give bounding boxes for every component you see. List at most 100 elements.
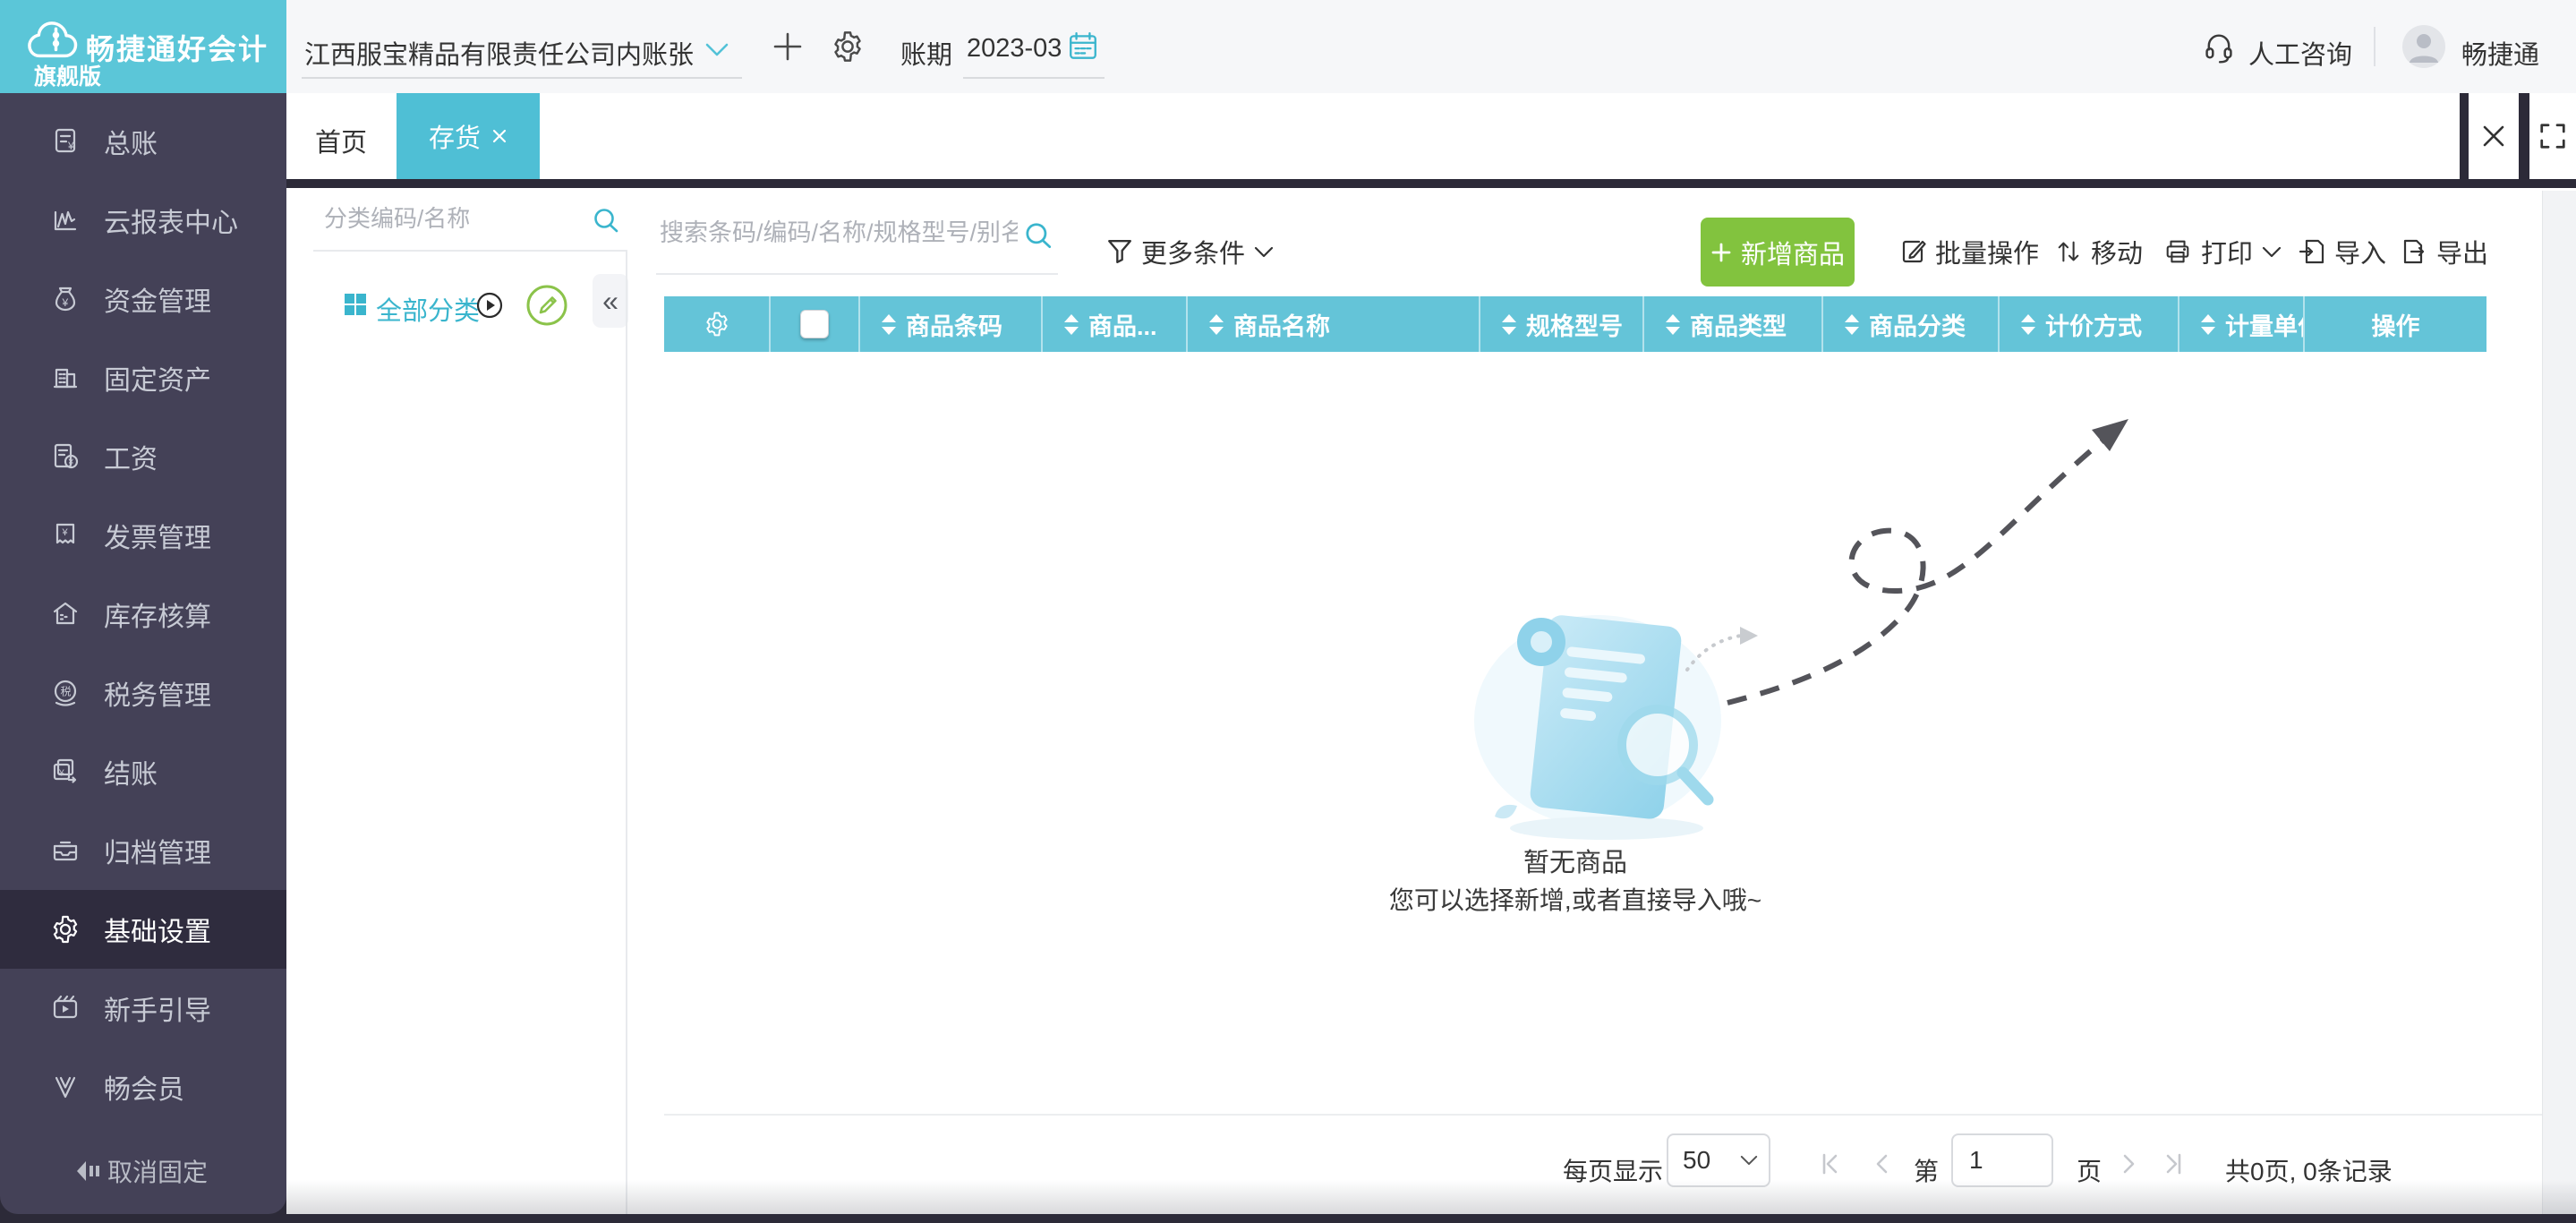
add-product-button[interactable]: 新增商品	[1701, 218, 1855, 287]
page-input[interactable]	[1951, 1133, 2053, 1187]
sort-icon[interactable]	[1209, 313, 1224, 335]
header-divider	[2374, 27, 2376, 66]
import-button[interactable]: 导入	[2299, 225, 2386, 278]
sidebar-item-label: 资金管理	[104, 287, 211, 317]
sidebar-item-ledger[interactable]: ¥ 总账	[0, 102, 286, 181]
sidebar-item-guide[interactable]: 新手引导	[0, 969, 286, 1048]
sort-icon[interactable]	[882, 313, 896, 335]
sidebar-item-closing[interactable]: ¥ 结账	[0, 732, 286, 811]
category-search-input[interactable]	[322, 204, 567, 234]
product-search-input[interactable]	[658, 218, 1019, 248]
column-header-category[interactable]: 商品分类	[1823, 296, 2000, 352]
headset-icon[interactable]	[2202, 30, 2236, 64]
batch-actions-button[interactable]: 批量操作	[1899, 225, 2039, 278]
all-categories-item[interactable]: 全部分类	[376, 290, 480, 328]
sort-icon[interactable]	[2201, 313, 2215, 335]
sort-icon[interactable]	[1502, 313, 1516, 335]
column-label: 商品类型	[1690, 312, 1787, 340]
print-button[interactable]: 打印	[2163, 225, 2282, 278]
username[interactable]: 畅捷通	[2461, 34, 2539, 72]
settings-gear-icon[interactable]	[831, 30, 865, 64]
period-value[interactable]: 2023-03	[967, 34, 1062, 64]
column-settings-button[interactable]	[664, 296, 771, 352]
sidebar-item-tax[interactable]: 税 税务管理	[0, 654, 286, 732]
export-icon	[2403, 239, 2425, 264]
tab-home[interactable]: 首页	[315, 122, 367, 159]
column-header-unit[interactable]: 计量单位	[2179, 296, 2305, 352]
column-header-barcode[interactable]: 商品条码	[860, 296, 1043, 352]
column-header-code[interactable]: 商品...	[1043, 296, 1188, 352]
prev-page-button[interactable]	[1869, 1151, 1894, 1176]
avatar[interactable]	[2402, 25, 2445, 68]
first-page-button[interactable]	[1817, 1151, 1842, 1176]
scrollbar-track[interactable]	[2542, 191, 2576, 1214]
column-label: 计价方式	[2045, 312, 2142, 340]
building-icon	[53, 368, 78, 389]
sidebar-item-payroll[interactable]: ¥ 工资	[0, 417, 286, 496]
chevron-down-icon	[2262, 246, 2282, 257]
svg-text:¥: ¥	[62, 296, 69, 309]
svg-text:税: 税	[61, 686, 72, 698]
sort-icon[interactable]	[1064, 313, 1079, 335]
sidebar-item-invoices[interactable]: ¥ 发票管理	[0, 496, 286, 575]
column-header-name[interactable]: 商品名称	[1188, 296, 1480, 352]
pagination-divider	[664, 1114, 2542, 1116]
sidebar-item-inventory[interactable]: 库存核算	[0, 575, 286, 654]
company-selector[interactable]: 江西服宝精品有限责任公司内账张	[304, 34, 694, 72]
per-page-select[interactable]: 50	[1667, 1133, 1770, 1187]
column-header-actions: 操作	[2305, 296, 2486, 352]
sidebar-item-archive[interactable]: 归档管理	[0, 811, 286, 890]
calendar-icon[interactable]	[1067, 30, 1099, 63]
sidebar-item-cloud-reports[interactable]: 云报表中心	[0, 181, 286, 260]
product-search-underline	[656, 273, 1058, 275]
category-search-underline	[313, 250, 626, 252]
move-button[interactable]: 移动	[2055, 225, 2143, 278]
product-search-icon[interactable]	[1022, 220, 1054, 252]
sidebar-item-label: 归档管理	[104, 839, 211, 868]
next-page-button[interactable]	[2116, 1151, 2141, 1176]
tab-strip	[286, 93, 2460, 179]
sort-icon[interactable]	[1845, 313, 1859, 335]
play-circle-icon[interactable]	[476, 292, 503, 319]
tab-close-icon[interactable]	[491, 128, 508, 144]
category-search-icon[interactable]	[591, 206, 621, 236]
empty-state-title: 暂无商品	[1523, 849, 1627, 877]
column-label: 操作	[2371, 312, 2420, 340]
column-header-type[interactable]: 商品类型	[1644, 296, 1823, 352]
collapse-panel-button[interactable]: «	[593, 274, 628, 328]
chevron-down-icon[interactable]	[705, 43, 729, 56]
last-page-button[interactable]	[2161, 1151, 2186, 1176]
export-button[interactable]: 导出	[2401, 225, 2488, 278]
select-all-checkbox[interactable]	[800, 310, 829, 338]
column-header-pricing[interactable]: 计价方式	[2000, 296, 2179, 352]
sidebar-item-label: 畅会员	[104, 1075, 184, 1105]
sidebar-item-label: 云报表中心	[104, 209, 238, 238]
sidebar-item-fixed-assets[interactable]: 固定资产	[0, 338, 286, 417]
sidebar-item-member[interactable]: 畅会员	[0, 1048, 286, 1126]
sort-icon[interactable]	[1666, 313, 1680, 335]
sidebar-item-basic-settings[interactable]: 基础设置	[0, 890, 286, 969]
move-sort-icon	[2058, 241, 2079, 262]
column-header-spec[interactable]: 规格型号	[1480, 296, 1644, 352]
sidebar-item-label: 固定资产	[104, 366, 211, 396]
more-filters-button[interactable]: 更多条件	[1107, 225, 1274, 278]
sort-icon[interactable]	[2021, 313, 2035, 335]
add-product-label: 新增商品	[1740, 240, 1845, 269]
select-all-cell	[771, 296, 860, 352]
column-label: 商品名称	[1233, 312, 1330, 340]
close-icon	[2483, 125, 2504, 147]
edit-category-icon[interactable]	[525, 283, 569, 328]
sidebar-item-funds[interactable]: ¥ 资金管理	[0, 260, 286, 338]
collapse-glyph: «	[602, 284, 618, 317]
import-icon	[2299, 239, 2324, 264]
close-all-tabs-button[interactable]	[2469, 93, 2519, 179]
svg-text:¥: ¥	[62, 527, 69, 538]
column-label: 商品分类	[1869, 312, 1966, 340]
panel-divider	[626, 250, 627, 1214]
fullscreen-button[interactable]	[2529, 93, 2576, 179]
support-link[interactable]: 人工咨询	[2248, 34, 2352, 72]
tab-inventory-active[interactable]: 存货	[397, 93, 540, 179]
unpin-sidebar-button[interactable]: 取消固定	[75, 1153, 208, 1189]
add-account-icon[interactable]	[772, 30, 804, 63]
report-chart-icon	[54, 210, 77, 231]
